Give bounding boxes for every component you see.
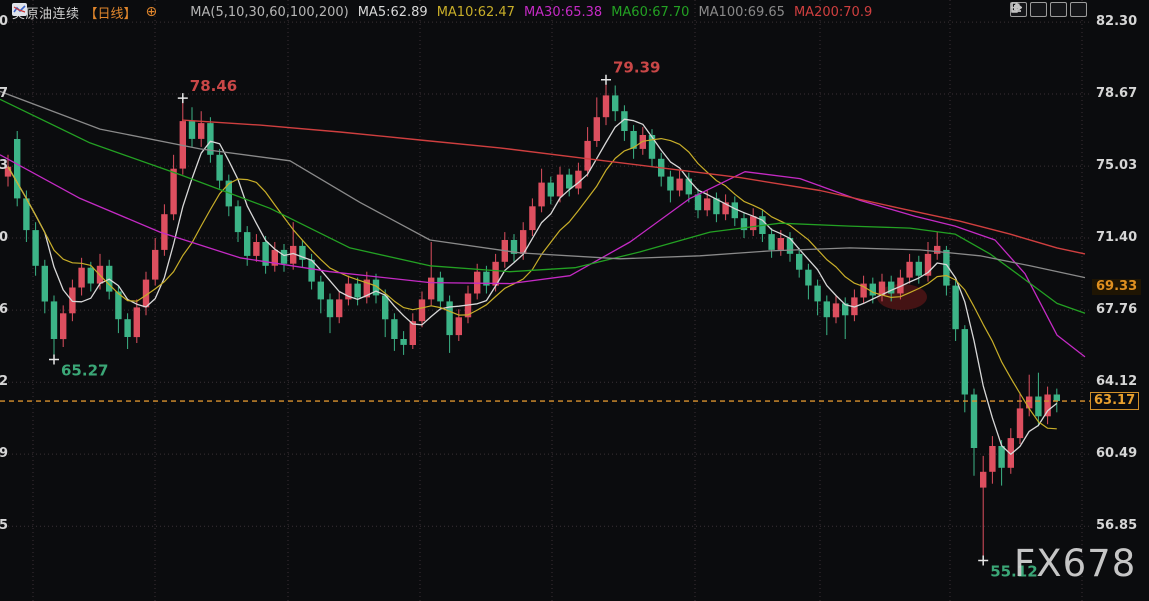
ma10-value: MA10:62.47 <box>436 4 515 20</box>
y-axis-price-label: 78.67 <box>1096 86 1138 101</box>
scale-left-button[interactable] <box>1011 2 1047 17</box>
ma60-value: MA60:67.70 <box>611 4 690 20</box>
trading-chart-window: 78.46 79.39 65.27 55.12 美原油连续 【日线】 ⊕ MA(5,10… <box>0 0 1149 601</box>
y-axis-price-label-left-clipped: 82.30 <box>0 14 8 30</box>
y-axis-price-label: 75.03 <box>1096 158 1138 174</box>
mini-chart-icon[interactable] <box>12 3 181 19</box>
y-axis-price-label-left-clipped: 75.03 <box>0 158 8 174</box>
ma200-value: MA200:70.9 <box>793 4 873 20</box>
y-axis-price-label: 60.49 <box>1096 446 1138 462</box>
scale-right-button[interactable] <box>1011 2 1067 17</box>
y-axis-price-label: 56.85 <box>1096 518 1138 534</box>
chart-header: 美原油连续 【日线】 ⊕ MA(5,10,30,60,100,200) MA5:6… <box>12 3 873 22</box>
y-axis-price-label-left-clipped: 60.49 <box>0 446 8 462</box>
chart-toolbar <box>1010 2 1087 17</box>
svg-text:65.27: 65.27 <box>61 361 108 379</box>
y-axis-price-label: 71.40 <box>1096 230 1138 246</box>
y-axis-price-label-left-clipped: 56.85 <box>0 518 8 534</box>
y-axis-price-label-left-clipped: 64.12 <box>0 374 8 390</box>
svg-text:78.46: 78.46 <box>190 77 237 95</box>
y-axis-price-label: 82.30 <box>1096 14 1138 30</box>
ma100-value: MA100:69.65 <box>698 4 785 20</box>
y-axis-price-label: 64.12 <box>1096 374 1138 390</box>
y-axis-price-label-left-clipped: 78.67 <box>0 86 8 101</box>
ma5-value: MA5:62.89 <box>357 4 428 20</box>
interval-label: 【日线】 <box>84 6 137 22</box>
add-compare-icon[interactable]: ⊕ <box>146 5 158 19</box>
collapse-panel-button[interactable] <box>1011 2 1087 17</box>
svg-text:79.39: 79.39 <box>613 59 660 77</box>
y-axis-price-label: 67.76 <box>1096 302 1138 318</box>
y-axis-price-label-left-clipped: 67.76 <box>0 302 8 318</box>
watermark-fx678: FX678 <box>1014 542 1137 585</box>
y-axis-price-label-left-clipped: 71.40 <box>0 230 8 246</box>
current-price-badge: 63.17 <box>1090 392 1140 411</box>
reference-price-badge: 69.33 <box>1092 279 1142 296</box>
price-chart-canvas[interactable]: 78.4679.3965.2755.12 <box>0 0 1149 601</box>
ma-group-label: MA(5,10,30,60,100,200) <box>190 4 349 20</box>
ma30-value: MA30:65.38 <box>523 4 603 20</box>
